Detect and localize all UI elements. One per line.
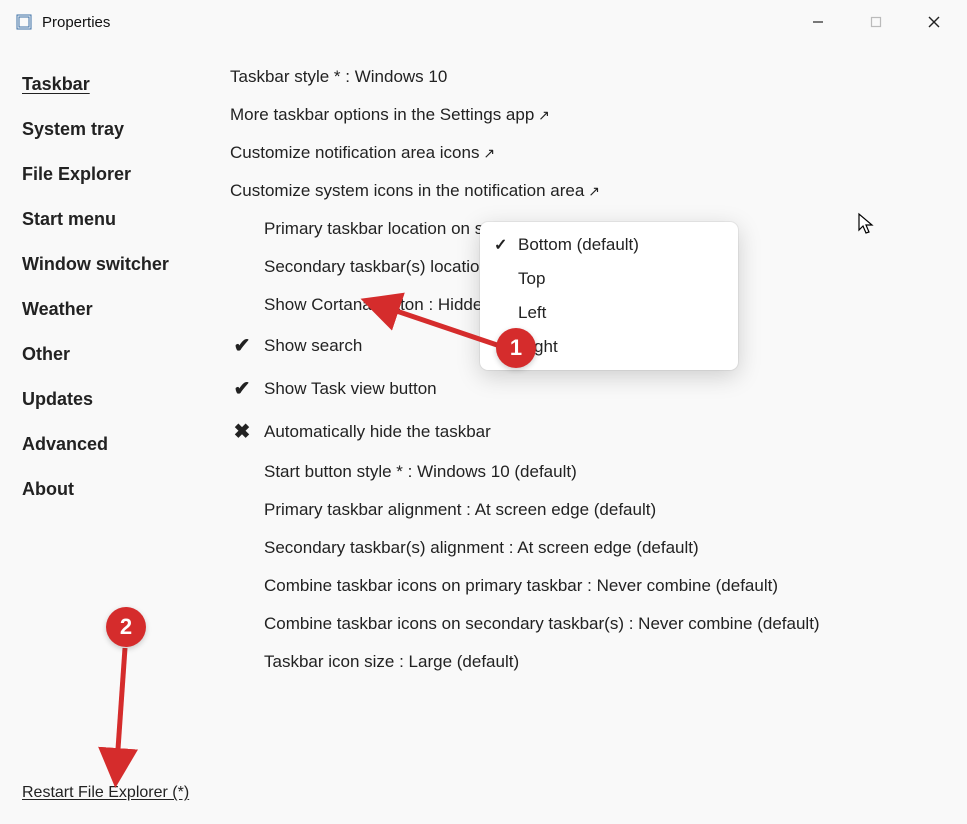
setting-row[interactable]: Customize notification area icons (230, 134, 947, 172)
check-icon: ✔ (230, 376, 254, 401)
setting-row[interactable]: Combine taskbar icons on secondary taskb… (230, 605, 947, 643)
setting-row[interactable]: Taskbar icon size : Large (default) (230, 643, 947, 681)
dropdown-item-top[interactable]: Top (480, 262, 738, 296)
window-title: Properties (42, 14, 789, 31)
check-icon: ✓ (494, 235, 518, 255)
setting-label: Automatically hide the taskbar (264, 422, 491, 442)
setting-label: Primary taskbar alignment : At screen ed… (264, 500, 656, 520)
nav-list: TaskbarSystem trayFile ExplorerStart men… (22, 62, 210, 512)
main-panel: Taskbar style * : Windows 10 More taskbar… (210, 44, 967, 824)
content-area: TaskbarSystem trayFile ExplorerStart men… (0, 44, 967, 824)
dropdown-item-label: Left (518, 303, 546, 323)
sidebar: TaskbarSystem trayFile ExplorerStart men… (0, 44, 210, 824)
nav-item-updates[interactable]: Updates (22, 377, 210, 422)
annotation-badge-1: 1 (496, 328, 536, 368)
dropdown-item-bottom[interactable]: ✓Bottom (default) (480, 228, 738, 262)
window-controls (789, 2, 963, 42)
setting-label: Secondary taskbar(s) alignment : At scre… (264, 538, 699, 558)
nav-item-other[interactable]: Other (22, 332, 210, 377)
nav-item-window-switcher[interactable]: Window switcher (22, 242, 210, 287)
setting-label: Combine taskbar icons on primary taskbar… (264, 576, 778, 596)
restart-file-explorer-link[interactable]: Restart File Explorer (*) (22, 784, 189, 801)
nav-item-start-menu[interactable]: Start menu (22, 197, 210, 242)
setting-label: Show Task view button (264, 379, 437, 399)
dropdown-item-left[interactable]: Left (480, 296, 738, 330)
maximize-button[interactable] (847, 2, 905, 42)
annotation-badge-2: 2 (106, 607, 146, 647)
setting-label: Taskbar style * : Windows 10 (230, 67, 447, 87)
titlebar: Properties (0, 0, 967, 44)
setting-row[interactable]: Primary taskbar alignment : At screen ed… (230, 491, 947, 529)
setting-row[interactable]: ✔ Show Task view button (230, 367, 947, 410)
setting-row[interactable]: Customize system icons in the notificati… (230, 172, 947, 210)
setting-row[interactable]: Secondary taskbar(s) alignment : At scre… (230, 529, 947, 567)
sidebar-footer: Restart File Explorer (*) (22, 784, 210, 824)
x-icon: ✖ (230, 419, 254, 444)
setting-label: Show search (264, 336, 362, 356)
setting-label: More taskbar options in the Settings app (230, 105, 550, 125)
nav-item-about[interactable]: About (22, 467, 210, 512)
dropdown-item-label: Bottom (default) (518, 235, 639, 255)
minimize-button[interactable] (789, 2, 847, 42)
nav-item-advanced[interactable]: Advanced (22, 422, 210, 467)
setting-row[interactable]: Start button style * : Windows 10 (defau… (230, 453, 947, 491)
nav-item-taskbar[interactable]: Taskbar (22, 62, 210, 107)
setting-row[interactable]: More taskbar options in the Settings app (230, 96, 947, 134)
setting-label: Start button style * : Windows 10 (defau… (264, 462, 577, 482)
nav-item-system-tray[interactable]: System tray (22, 107, 210, 152)
check-icon: ✔ (230, 333, 254, 358)
nav-item-weather[interactable]: Weather (22, 287, 210, 332)
nav-item-file-explorer[interactable]: File Explorer (22, 152, 210, 197)
setting-label: Combine taskbar icons on secondary taskb… (264, 614, 820, 634)
setting-label: Customize system icons in the notificati… (230, 181, 600, 201)
setting-label: Customize notification area icons (230, 143, 495, 163)
setting-row[interactable]: ✖ Automatically hide the taskbar (230, 410, 947, 453)
close-button[interactable] (905, 2, 963, 42)
setting-row[interactable]: Taskbar style * : Windows 10 (230, 58, 947, 96)
setting-row[interactable]: Combine taskbar icons on primary taskbar… (230, 567, 947, 605)
setting-label: Taskbar icon size : Large (default) (264, 652, 519, 672)
dropdown-item-label: Top (518, 269, 545, 289)
app-icon (16, 14, 32, 30)
